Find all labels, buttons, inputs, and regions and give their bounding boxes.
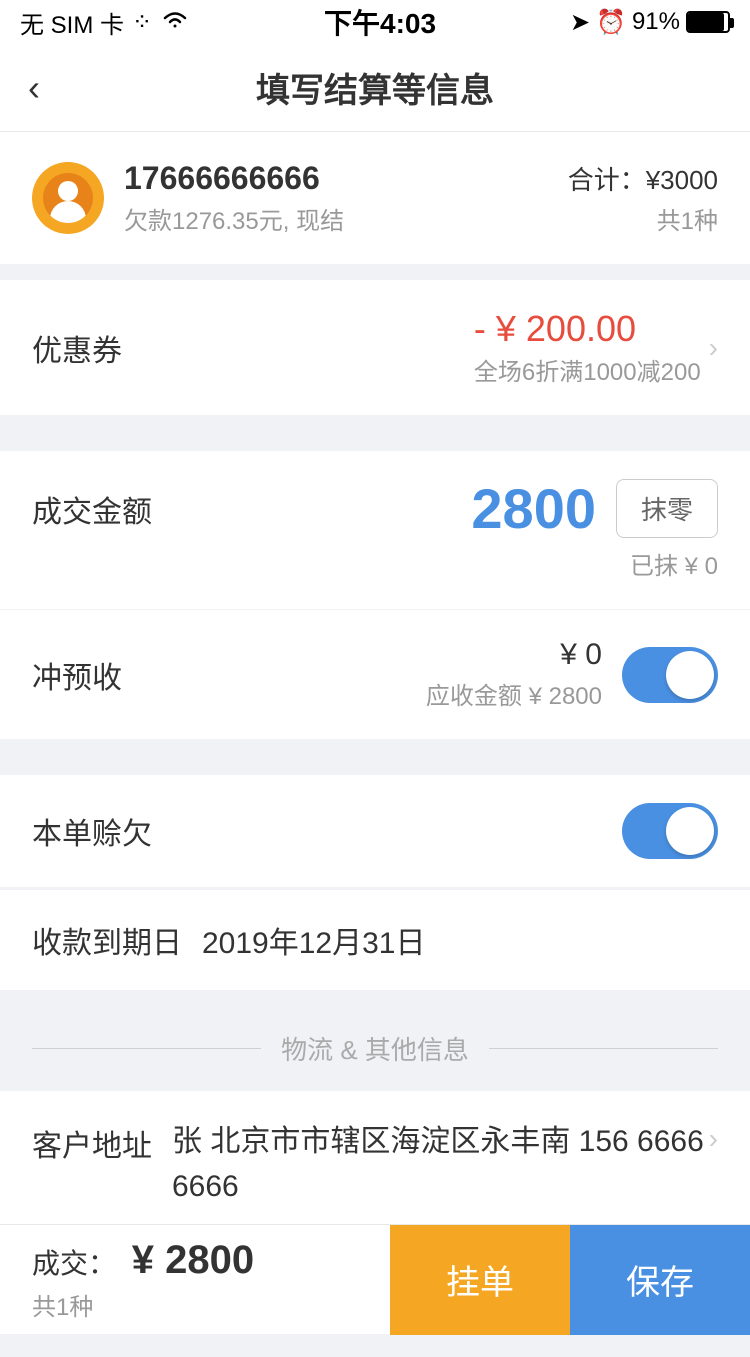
battery-icon: [686, 11, 730, 33]
battery-text: 91%: [632, 8, 680, 36]
advance-right: ¥ 0 应收金额 ¥ 2800: [426, 638, 718, 711]
nav-bar: ‹ 填写结算等信息: [0, 44, 750, 132]
wifi-icon: ⁘: [132, 8, 152, 37]
logistics-line-right: [489, 1048, 718, 1049]
content: 17666666666 欠款1276.35元, 现结 合计：¥3000 共1种 …: [0, 132, 750, 1357]
bottom-count: 共1种: [32, 1287, 358, 1322]
deal-sub-text: 已抹 ¥ 0: [32, 546, 718, 581]
toggle-knob: [666, 651, 714, 699]
advance-payment-row: 冲预收 ¥ 0 应收金额 ¥ 2800: [0, 609, 750, 739]
wifi-signal: [160, 8, 190, 37]
avatar-icon: [43, 173, 93, 223]
coupon-description: 全场6折满1000减200: [474, 352, 701, 387]
due-date-value: 2019年12月31日: [202, 918, 425, 962]
coupon-discount: - ¥ 200.00: [474, 308, 701, 350]
debt-section: 本单赊欠: [0, 775, 750, 887]
location-icon: ➤: [570, 8, 590, 37]
debt-toggle[interactable]: [622, 803, 718, 859]
save-button[interactable]: 保存: [570, 1225, 750, 1335]
status-bar-time: 下午4:03: [324, 2, 436, 42]
coupon-row[interactable]: 优惠券 - ¥ 200.00 全场6折满1000减200 ›: [0, 280, 750, 415]
bottom-deal-label: 成交：: [32, 1248, 116, 1279]
advance-label: 冲预收: [32, 653, 122, 697]
logistics-text: 物流 & 其他信息: [261, 1030, 489, 1067]
bottom-deal-amount: ¥ 2800: [132, 1238, 254, 1282]
coupon-label: 优惠券: [32, 326, 122, 370]
debt-label: 本单赊欠: [32, 809, 152, 853]
logistics-line-left: [32, 1048, 261, 1049]
section-divider-2: [0, 739, 750, 759]
chevron-right-icon: ›: [709, 332, 718, 364]
deal-amount-right: 2800 抹零: [471, 479, 718, 538]
address-label: 客户地址: [32, 1121, 152, 1165]
back-button[interactable]: ‹: [28, 67, 40, 109]
debt-toggle-knob: [666, 807, 714, 855]
round-button[interactable]: 抹零: [616, 479, 718, 538]
customer-left: 17666666666 欠款1276.35元, 现结: [32, 160, 344, 236]
pending-button[interactable]: 挂单: [390, 1225, 570, 1335]
deal-amount-label: 成交金额: [32, 487, 152, 531]
bottom-bar: 成交： ¥ 2800 共1种 挂单 保存: [0, 1224, 750, 1334]
avatar: [32, 162, 104, 234]
deal-amount-row: 成交金额 2800 抹零: [32, 479, 718, 538]
status-bar-left: 无 SIM 卡 ⁘: [20, 5, 190, 40]
logistics-divider: 物流 & 其他信息: [0, 1006, 750, 1091]
section-divider-1: [0, 431, 750, 451]
deal-amount-value: 2800: [471, 481, 596, 537]
page-title: 填写结算等信息: [256, 63, 494, 112]
coupon-right: - ¥ 200.00 全场6折满1000减200 ›: [474, 308, 718, 387]
advance-toggle[interactable]: [622, 647, 718, 703]
total-label: 合计：¥3000: [568, 160, 718, 197]
alarm-icon: ⏰: [596, 8, 626, 37]
advance-amount-block: ¥ 0 应收金额 ¥ 2800: [426, 638, 602, 711]
customer-phone: 17666666666: [124, 160, 344, 197]
coupon-info: - ¥ 200.00 全场6折满1000减200: [474, 308, 701, 387]
bottom-deal-row: 成交： ¥ 2800: [32, 1238, 358, 1283]
due-date-row: 收款到期日 2019年12月31日: [32, 918, 718, 962]
customer-note: 欠款1276.35元, 现结: [124, 201, 344, 236]
address-row[interactable]: 客户地址 张 北京市市辖区海淀区永丰南 156 6666 6666 ›: [0, 1091, 750, 1237]
status-bar: 无 SIM 卡 ⁘ 下午4:03 ➤ ⏰ 91%: [0, 0, 750, 44]
bottom-summary: 成交： ¥ 2800 共1种: [0, 1238, 390, 1322]
status-bar-right: ➤ ⏰ 91%: [570, 8, 730, 37]
advance-amount: ¥ 0: [426, 638, 602, 672]
address-chevron-icon: ›: [709, 1123, 718, 1155]
advance-sub: 应收金额 ¥ 2800: [426, 676, 602, 711]
deal-amount-section: 成交金额 2800 抹零 已抹 ¥ 0: [0, 451, 750, 609]
customer-card: 17666666666 欠款1276.35元, 现结 合计：¥3000 共1种: [0, 132, 750, 264]
total-count: 共1种: [568, 201, 718, 236]
due-date-label: 收款到期日: [32, 918, 182, 962]
sim-text: 无 SIM 卡: [20, 5, 124, 40]
customer-info: 17666666666 欠款1276.35元, 现结: [124, 160, 344, 236]
address-value: 张 北京市市辖区海淀区永丰南 156 6666 6666: [172, 1119, 709, 1209]
due-date-section: 收款到期日 2019年12月31日: [0, 889, 750, 990]
customer-total: 合计：¥3000 共1种: [568, 160, 718, 236]
